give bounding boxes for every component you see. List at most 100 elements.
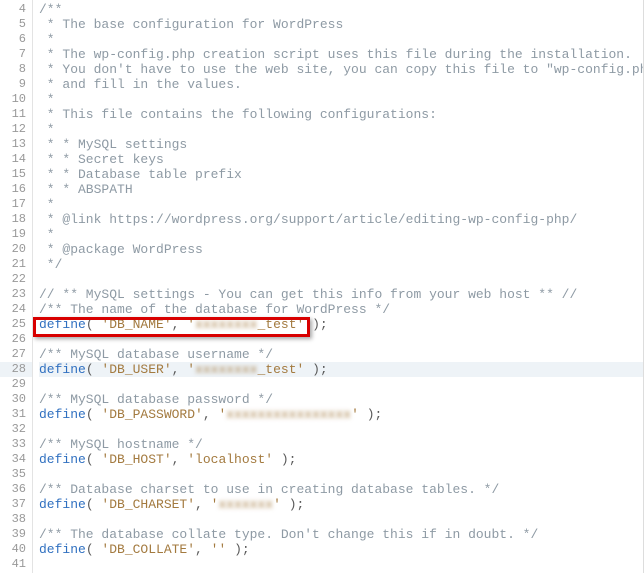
code-line[interactable]: * * Secret keys [39,152,643,167]
code-token: define [39,362,86,377]
code-line[interactable]: * [39,92,643,107]
line-number: 27 [0,347,32,362]
code-line[interactable]: */ [39,257,643,272]
code-token: ); [359,407,382,422]
code-line[interactable]: // ** MySQL settings - You can get this … [39,287,643,302]
code-token: * and fill in the values. [39,77,242,92]
code-token: * @package WordPress [39,242,203,257]
line-number: 20 [0,242,32,257]
code-content[interactable]: /** * The base configuration for WordPre… [33,0,643,573]
line-number: 39 [0,527,32,542]
code-token: * [39,92,55,107]
line-number: 14 [0,152,32,167]
line-number: 30 [0,392,32,407]
line-number: 12 [0,122,32,137]
code-line[interactable]: define( 'DB_HOST', 'localhost' ); [39,452,643,467]
code-token: * The wp-config.php creation script uses… [39,47,632,62]
code-token: * @link https://wordpress.org/support/ar… [39,212,577,227]
code-line[interactable] [39,422,643,437]
code-line[interactable] [39,377,643,392]
code-line[interactable]: /** The database collate type. Don't cha… [39,527,643,542]
line-number: 36 [0,482,32,497]
code-token: * * ABSPATH [39,182,133,197]
code-token: 'DB_HOST' [101,452,171,467]
code-line[interactable]: * [39,32,643,47]
code-token: 'DB_USER' [101,362,171,377]
code-line[interactable]: * [39,227,643,242]
line-number: 18 [0,212,32,227]
code-token: '' [211,542,227,557]
line-number: 23 [0,287,32,302]
code-token: * You don't have to use the web site, yo… [39,62,643,77]
code-token: xxxxxxxx [195,362,257,377]
code-token: * This file contains the following confi… [39,107,437,122]
code-token: 'DB_NAME' [101,317,171,332]
code-token: ( [86,452,102,467]
line-number: 6 [0,32,32,47]
line-number: 4 [0,2,32,17]
code-token: , [203,407,219,422]
line-number: 37 [0,497,32,512]
code-line[interactable] [39,272,643,287]
line-number: 38 [0,512,32,527]
line-number: 8 [0,62,32,77]
code-line[interactable]: /** Database charset to use in creating … [39,482,643,497]
line-number-gutter: 4567891011121314151617181920212223242526… [0,0,33,573]
code-token: * * Secret keys [39,152,164,167]
code-line[interactable]: * The base configuration for WordPress [39,17,643,32]
line-number: 19 [0,227,32,242]
code-token: ); [304,362,327,377]
code-line[interactable]: define( 'DB_PASSWORD', 'xxxxxxxxxxxxxxxx… [39,407,643,422]
line-number: 26 [0,332,32,347]
code-line[interactable]: define( 'DB_COLLATE', '' ); [39,542,643,557]
code-line[interactable]: /** MySQL hostname */ [39,437,643,452]
code-line[interactable]: define( 'DB_CHARSET', 'xxxxxxx' ); [39,497,643,512]
code-line[interactable]: * @package WordPress [39,242,643,257]
code-line[interactable]: * [39,122,643,137]
code-token: /** MySQL hostname */ [39,437,203,452]
code-line[interactable]: define( 'DB_USER', 'xxxxxxxx_test' ); [39,362,643,377]
code-line[interactable] [39,467,643,482]
code-line[interactable]: /** The name of the database for WordPre… [39,302,643,317]
code-line[interactable]: /** [39,2,643,17]
code-line[interactable]: * @link https://wordpress.org/support/ar… [39,212,643,227]
code-token: * [39,32,55,47]
code-line[interactable]: * * Database table prefix [39,167,643,182]
code-token: xxxxxxxx [195,317,257,332]
code-line[interactable]: * [39,197,643,212]
code-line[interactable]: /** MySQL database username */ [39,347,643,362]
code-editor[interactable]: 4567891011121314151617181920212223242526… [0,0,644,573]
code-token: ( [86,317,102,332]
line-number: 15 [0,167,32,182]
code-line[interactable]: * The wp-config.php creation script uses… [39,47,643,62]
code-line[interactable]: * You don't have to use the web site, yo… [39,62,643,77]
code-line[interactable]: * This file contains the following confi… [39,107,643,122]
code-token: ( [86,497,102,512]
code-token: ); [304,317,327,332]
code-line[interactable] [39,512,643,527]
code-token: ' [351,407,359,422]
line-number: 35 [0,467,32,482]
code-line[interactable]: /** MySQL database password */ [39,392,643,407]
code-line[interactable] [39,557,643,572]
code-token: 'DB_PASSWORD' [101,407,202,422]
line-number: 5 [0,17,32,32]
code-token: * [39,197,55,212]
code-token: define [39,542,86,557]
code-line[interactable]: * and fill in the values. [39,77,643,92]
code-token: * * Database table prefix [39,167,242,182]
code-line[interactable]: * * ABSPATH [39,182,643,197]
code-token: */ [39,257,62,272]
code-token: define [39,407,86,422]
line-number: 29 [0,377,32,392]
code-line[interactable]: * * MySQL settings [39,137,643,152]
code-token: // ** MySQL settings - You can get this … [39,287,577,302]
code-line[interactable] [39,332,643,347]
code-token: , [195,542,211,557]
code-token: * * MySQL settings [39,137,187,152]
code-line[interactable]: define( 'DB_NAME', 'xxxxxxxx_test' ); [39,317,643,332]
line-number: 9 [0,77,32,92]
code-token: define [39,452,86,467]
line-number: 17 [0,197,32,212]
code-token: 'localhost' [187,452,273,467]
